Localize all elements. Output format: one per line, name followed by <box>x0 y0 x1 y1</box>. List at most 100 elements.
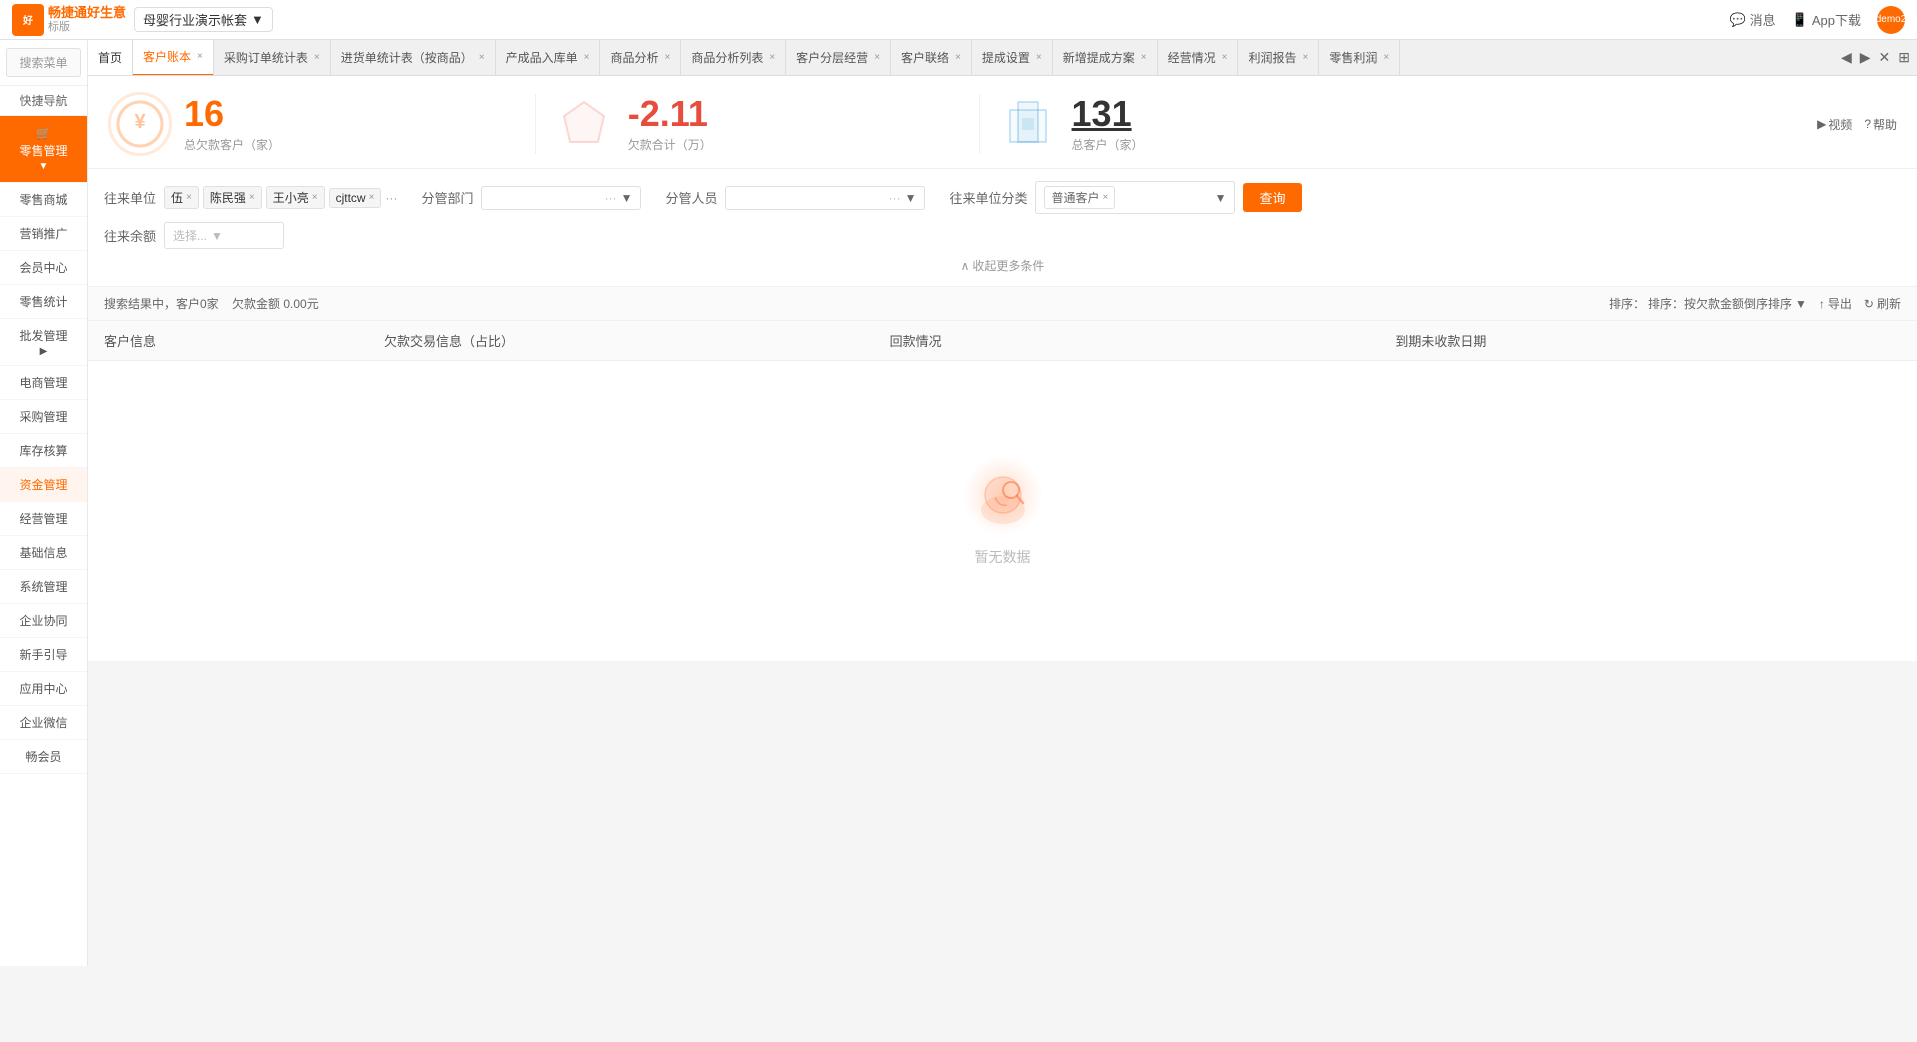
tab-close-icon[interactable]: × <box>479 52 485 63</box>
tab-close-icon[interactable]: × <box>584 52 590 63</box>
coin-icon: ¥ <box>108 92 172 156</box>
app-download-btn[interactable]: 📱 App下载 <box>1792 10 1861 29</box>
tab-operation[interactable]: 经营情况 × <box>1158 40 1239 76</box>
tab-close-all[interactable]: ✕ <box>1876 49 1894 66</box>
balance-input[interactable]: 选择... ▼ <box>164 222 284 249</box>
refresh-icon: ↻ <box>1864 297 1874 311</box>
sidebar-item-new-guide[interactable]: 新手引导 <box>0 638 87 672</box>
export-icon: ↑ <box>1819 297 1825 311</box>
tab-close-icon[interactable]: × <box>769 52 775 63</box>
tab-close-icon[interactable]: × <box>664 52 670 63</box>
building-icon <box>996 92 1060 156</box>
remove-wang-icon[interactable]: × <box>312 192 318 203</box>
tab-purchase-order[interactable]: 采购订单统计表 × <box>214 40 331 76</box>
sidebar-item-app-center[interactable]: 应用中心 <box>0 672 87 706</box>
svg-text:¥: ¥ <box>134 111 146 133</box>
tab-profit-report[interactable]: 利润报告 × <box>1238 40 1319 76</box>
customers-count: 16 <box>184 96 280 132</box>
tab-close-icon[interactable]: × <box>955 52 961 63</box>
sidebar-item-marketing[interactable]: 营销推广 <box>0 217 87 251</box>
tab-close-icon[interactable]: × <box>314 52 320 63</box>
sidebar-item-wholesale[interactable]: 批发管理 ▶ <box>0 319 87 366</box>
remove-wu-icon[interactable]: × <box>186 192 192 203</box>
sidebar-item-chang-member[interactable]: 畅会员 <box>0 740 87 774</box>
remove-cjttcw-icon[interactable]: × <box>369 192 375 203</box>
tab-close-icon[interactable]: × <box>1222 52 1228 63</box>
empty-icon <box>963 455 1043 535</box>
unit-tag-cjttcw[interactable]: cjttcw × <box>329 188 382 208</box>
sidebar-item-retail[interactable]: 🛒 零售管理 ▼ <box>0 116 87 183</box>
video-btn[interactable]: ▶ 视频 <box>1817 116 1852 133</box>
sidebar-item-basic-info[interactable]: 基础信息 <box>0 536 87 570</box>
tab-product-in[interactable]: 产成品入库单 × <box>496 40 601 76</box>
sidebar-item-system[interactable]: 系统管理 <box>0 570 87 604</box>
total-label: 总客户（家） <box>1072 136 1144 153</box>
unit-tag-wu[interactable]: 伍 × <box>164 186 199 209</box>
debt-amount: -2.11 <box>628 96 712 132</box>
play-icon: ▶ <box>1817 117 1826 131</box>
tab-product-list[interactable]: 商品分析列表 × <box>681 40 786 76</box>
tab-home[interactable]: 首页 <box>88 40 133 76</box>
remove-chen-icon[interactable]: × <box>249 192 255 203</box>
sidebar-item-retail-stats[interactable]: 零售统计 <box>0 285 87 319</box>
logo-sub: 标版 <box>48 21 126 34</box>
message-btn[interactable]: 💬 消息 <box>1729 10 1775 29</box>
tab-close-icon[interactable]: × <box>197 51 203 62</box>
unit-tag-chen[interactable]: 陈民强 × <box>203 186 262 209</box>
top-bar-left: 好 畅捷通好生意 标版 母婴行业演示帐套 ▼ <box>12 4 273 36</box>
balance-label: 往来余额 <box>104 226 156 245</box>
tab-goods-stats[interactable]: 进货单统计表（按商品） × <box>331 40 496 76</box>
unit-tag-wang[interactable]: 王小亮 × <box>266 186 325 209</box>
tab-next-arrow[interactable]: ▶ <box>1857 49 1874 66</box>
stat-divider-1 <box>535 94 536 154</box>
category-select[interactable]: 普通客户 × ▼ <box>1035 181 1235 214</box>
tab-close-icon[interactable]: × <box>1383 52 1389 63</box>
sidebar-item-enterprise-wechat[interactable]: 企业微信 <box>0 706 87 740</box>
sidebar-item-retail-mall[interactable]: 零售商城 <box>0 183 87 217</box>
collapse-button[interactable]: ∧ 收起更多条件 <box>104 257 1901 274</box>
sidebar-item-member[interactable]: 会员中心 <box>0 251 87 285</box>
tab-commission-settings[interactable]: 提成设置 × <box>972 40 1053 76</box>
category-tag[interactable]: 普通客户 × <box>1044 186 1115 209</box>
logo-area: 好 畅捷通好生意 标版 <box>12 4 126 36</box>
tab-close-icon[interactable]: × <box>874 52 880 63</box>
person-label: 分管人员 <box>665 188 717 207</box>
sidebar-item-operation[interactable]: 经营管理 <box>0 502 87 536</box>
tab-customer-contact[interactable]: 客户联络 × <box>891 40 972 76</box>
sidebar-item-inventory[interactable]: 库存核算 <box>0 434 87 468</box>
tab-close-icon[interactable]: × <box>1302 52 1308 63</box>
tab-close-icon[interactable]: × <box>1036 52 1042 63</box>
help-btn[interactable]: ? 帮助 <box>1864 116 1897 133</box>
refresh-btn[interactable]: ↻ 刷新 <box>1864 295 1901 312</box>
sidebar-item-purchase[interactable]: 采购管理 <box>0 400 87 434</box>
export-btn[interactable]: ↑ 导出 <box>1819 295 1852 312</box>
search-menu-btn[interactable]: 搜索菜单 <box>6 48 81 77</box>
col-repayment: 回款情况 <box>890 331 1396 350</box>
quick-nav-btn[interactable]: 快捷导航 <box>0 86 87 116</box>
tab-customer-account[interactable]: 客户账本 × <box>133 40 214 76</box>
query-button[interactable]: 查询 <box>1243 183 1301 212</box>
tab-close-icon[interactable]: × <box>1141 52 1147 63</box>
demo-selector[interactable]: 母婴行业演示帐套 ▼ <box>134 7 273 32</box>
total-stat-value: 131 总客户（家） <box>1072 96 1144 153</box>
person-select[interactable]: ··· ▼ <box>725 186 925 210</box>
tab-prev-arrow[interactable]: ◀ <box>1838 49 1855 66</box>
tab-retail-profit[interactable]: 零售利润 × <box>1319 40 1400 76</box>
unit-label: 往来单位 <box>104 188 156 207</box>
sort-selector[interactable]: 排序： 排序：按欠款金额倒序排序 ▼ <box>1609 295 1807 312</box>
dept-select[interactable]: ··· ▼ <box>481 186 641 210</box>
sidebar-item-ecommerce[interactable]: 电商管理 <box>0 366 87 400</box>
user-menu[interactable]: demo2 <box>1877 6 1905 34</box>
tab-new-commission[interactable]: 新增提成方案 × <box>1053 40 1158 76</box>
col-debt-info: 欠款交易信息（占比） <box>384 331 890 350</box>
tab-expand[interactable]: ⊞ <box>1895 49 1913 66</box>
more-tags[interactable]: ··· <box>385 191 397 205</box>
tab-product-analysis[interactable]: 商品分析 × <box>600 40 681 76</box>
tab-customer-tier[interactable]: 客户分层经营 × <box>786 40 891 76</box>
collapse-arrow-icon: ∧ <box>961 259 970 273</box>
sidebar-item-finance[interactable]: 资金管理 <box>0 468 87 502</box>
stat-divider-2 <box>979 94 980 154</box>
remove-category-icon[interactable]: × <box>1103 192 1109 203</box>
empty-text: 暂无数据 <box>975 547 1031 567</box>
sidebar-item-enterprise[interactable]: 企业协同 <box>0 604 87 638</box>
